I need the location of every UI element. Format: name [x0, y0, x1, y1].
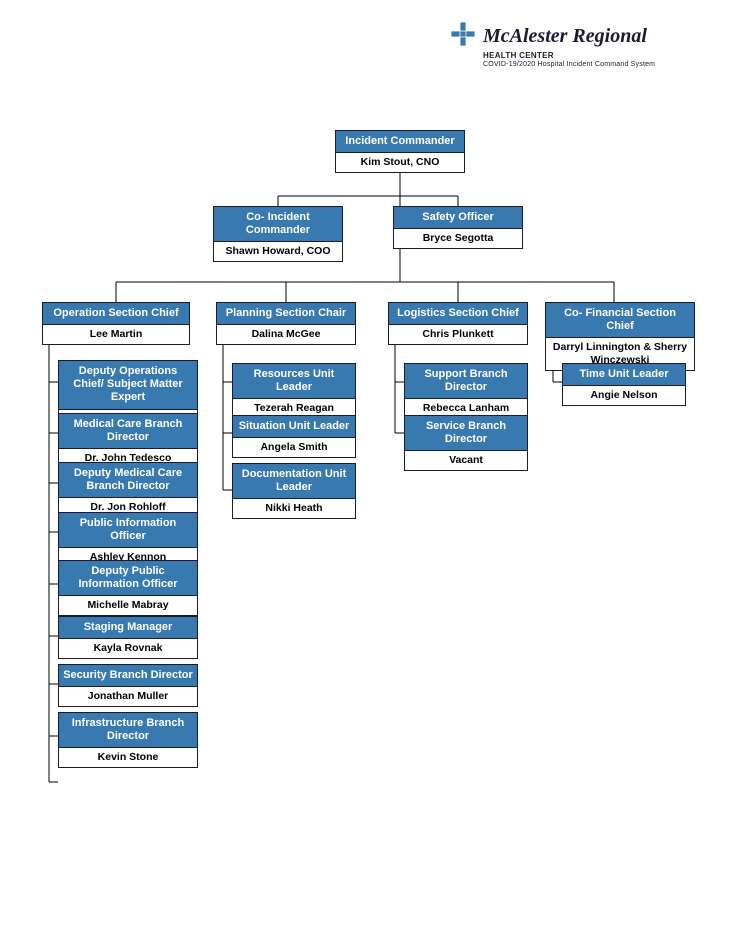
org-box-financial-chief: Co- Financial Section Chief Darryl Linni…: [545, 302, 695, 371]
role-title: Infrastructure Branch Director: [59, 713, 197, 748]
role-title: Staging Manager: [59, 617, 197, 639]
org-box-incident-commander: Incident Commander Kim Stout, CNO: [335, 130, 465, 173]
role-name: Michelle Mabray: [59, 596, 197, 615]
role-title: Logistics Section Chief: [389, 303, 527, 325]
org-box-situation-unit: Situation Unit Leader Angela Smith: [232, 415, 356, 458]
role-title: Operation Section Chief: [43, 303, 189, 325]
role-title: Deputy Operations Chief/ Subject Matter …: [59, 361, 197, 410]
role-title: Co- Incident Commander: [214, 207, 342, 242]
role-name: Jonathan Muller: [59, 687, 197, 706]
hospital-subtitle: HEALTH CENTER: [483, 51, 709, 60]
hospital-system-line: COVID-19/2020 Hospital Incident Command …: [483, 61, 709, 68]
org-box-deputy-medical-care: Deputy Medical Care Branch Director Dr. …: [58, 462, 198, 518]
org-box-staging-manager: Staging Manager Kayla Rovnak: [58, 616, 198, 659]
org-box-planning-chair: Planning Section Chair Dalina McGee: [216, 302, 356, 345]
org-box-resources-unit: Resources Unit Leader Tezerah Reagan: [232, 363, 356, 419]
role-title: Time Unit Leader: [563, 364, 685, 386]
org-box-service-branch: Service Branch Director Vacant: [404, 415, 528, 471]
org-box-logistics-chief: Logistics Section Chief Chris Plunkett: [388, 302, 528, 345]
role-name: Vacant: [405, 451, 527, 470]
org-box-support-branch: Support Branch Director Rebecca Lanham: [404, 363, 528, 419]
org-box-safety-officer: Safety Officer Bryce Segotta: [393, 206, 523, 249]
org-box-security-director: Security Branch Director Jonathan Muller: [58, 664, 198, 707]
role-name: Nikki Heath: [233, 499, 355, 518]
role-name: Bryce Segotta: [394, 229, 522, 248]
role-name: Shawn Howard, COO: [214, 242, 342, 261]
org-box-medical-care-director: Medical Care Branch Director Dr. John Te…: [58, 413, 198, 469]
cross-icon: [449, 20, 477, 53]
role-name: Kevin Stone: [59, 748, 197, 767]
role-name: Dalina McGee: [217, 325, 355, 344]
org-box-co-commander: Co- Incident Commander Shawn Howard, COO: [213, 206, 343, 262]
role-name: Chris Plunkett: [389, 325, 527, 344]
role-name: Kim Stout, CNO: [336, 153, 464, 172]
hospital-name: McAlester Regional: [483, 25, 647, 48]
role-title: Public Information Officer: [59, 513, 197, 548]
org-box-infrastructure-director: Infrastructure Branch Director Kevin Sto…: [58, 712, 198, 768]
role-title: Support Branch Director: [405, 364, 527, 399]
role-name: Angie Nelson: [563, 386, 685, 405]
role-title: Security Branch Director: [59, 665, 197, 687]
role-title: Documentation Unit Leader: [233, 464, 355, 499]
hospital-logo-block: McAlester Regional HEALTH CENTER COVID-1…: [449, 20, 709, 68]
role-title: Planning Section Chair: [217, 303, 355, 325]
role-title: Deputy Public Information Officer: [59, 561, 197, 596]
role-title: Safety Officer: [394, 207, 522, 229]
org-box-deputy-pio: Deputy Public Information Officer Michel…: [58, 560, 198, 616]
role-name: Angela Smith: [233, 438, 355, 457]
role-title: Service Branch Director: [405, 416, 527, 451]
role-name: Kayla Rovnak: [59, 639, 197, 658]
role-title: Deputy Medical Care Branch Director: [59, 463, 197, 498]
role-title: Situation Unit Leader: [233, 416, 355, 438]
role-name: Lee Martin: [43, 325, 189, 344]
role-title: Co- Financial Section Chief: [546, 303, 694, 338]
role-title: Resources Unit Leader: [233, 364, 355, 399]
org-box-documentation-unit: Documentation Unit Leader Nikki Heath: [232, 463, 356, 519]
org-box-time-unit: Time Unit Leader Angie Nelson: [562, 363, 686, 406]
role-title: Incident Commander: [336, 131, 464, 153]
role-title: Medical Care Branch Director: [59, 414, 197, 449]
org-box-operations-chief: Operation Section Chief Lee Martin: [42, 302, 190, 345]
